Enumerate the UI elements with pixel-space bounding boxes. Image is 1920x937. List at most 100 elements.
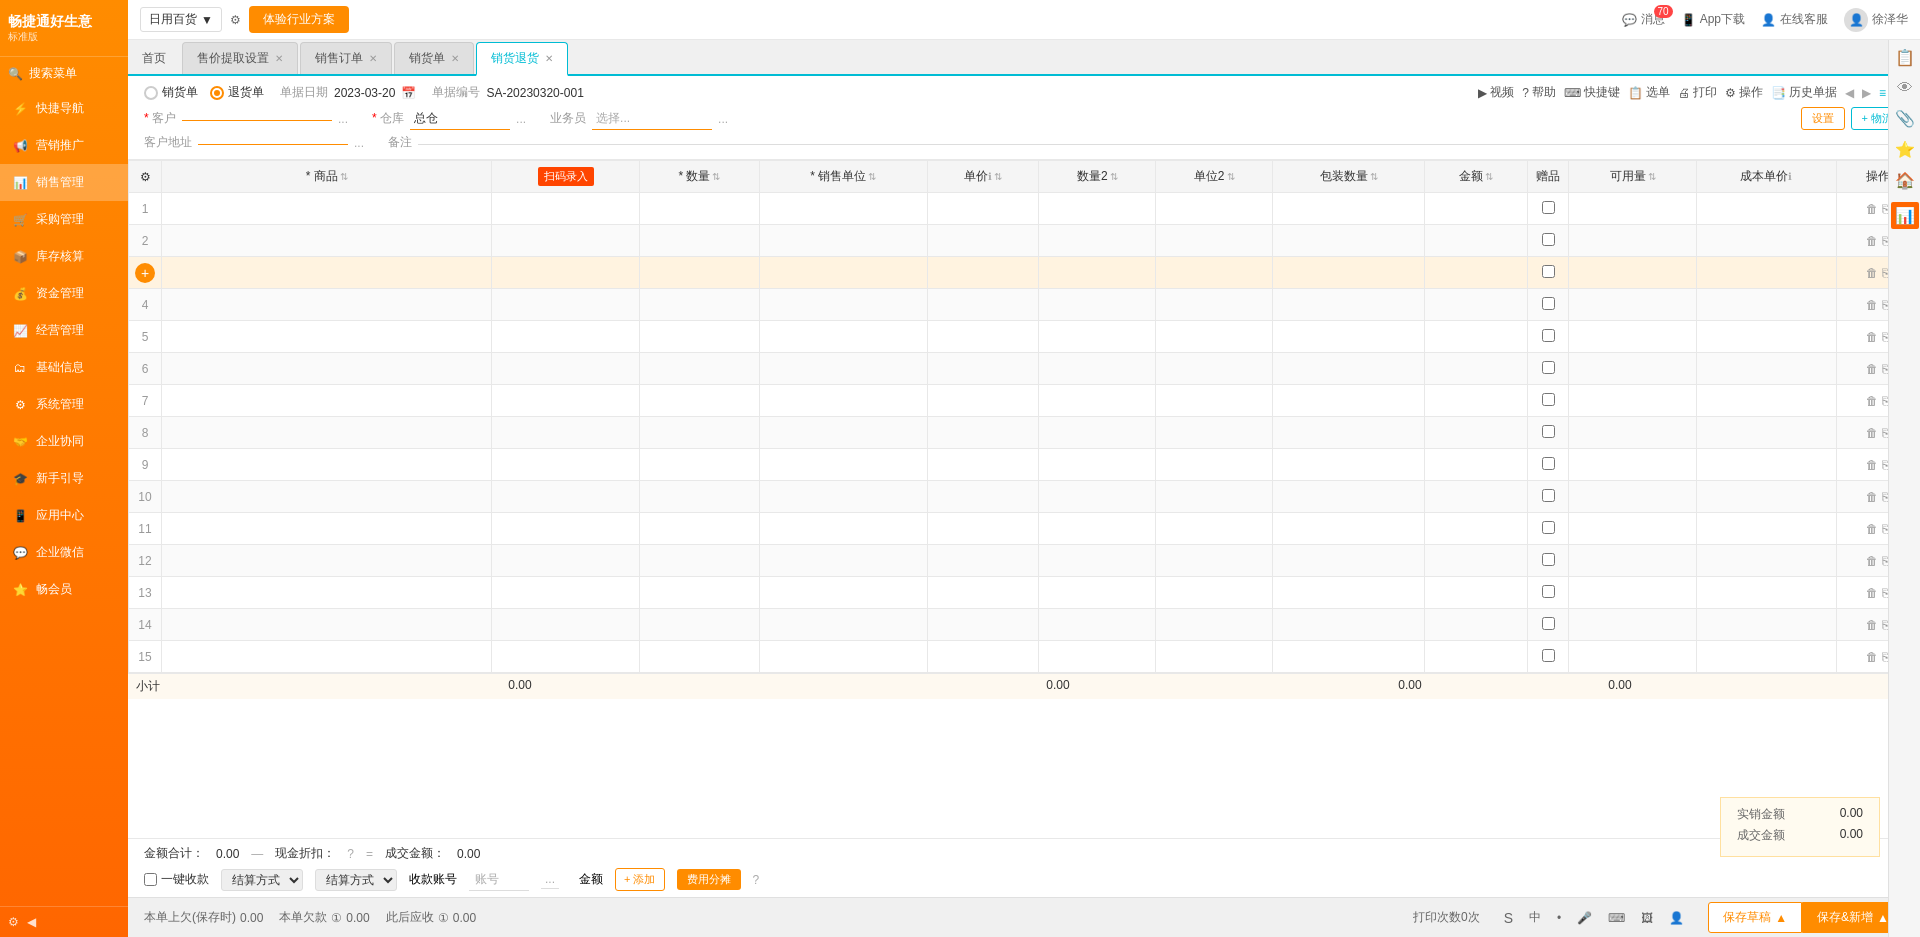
row-8-delete-icon[interactable]: 🗑 xyxy=(1866,426,1878,440)
user-profile[interactable]: 👤 徐泽华 xyxy=(1844,8,1908,32)
sidebar-item-basic[interactable]: 🗂 基础信息 xyxy=(0,349,128,386)
col-qty-sort[interactable]: ⇅ xyxy=(712,171,720,182)
active-qty2[interactable] xyxy=(1039,257,1156,289)
toolbar-icon-2[interactable]: 中 xyxy=(1529,909,1541,926)
sidebar-item-wechat[interactable]: 💬 企业微信 xyxy=(0,534,128,571)
action-operate[interactable]: ⚙ 操作 xyxy=(1725,84,1763,101)
row-2-pack-qty[interactable] xyxy=(1273,225,1425,257)
trial-button[interactable]: 体验行业方案 xyxy=(249,6,349,33)
right-panel-icon-4[interactable]: ⭐ xyxy=(1895,140,1915,159)
right-panel-icon-1[interactable]: 📋 xyxy=(1895,48,1915,67)
tab-sales-close[interactable]: ✕ xyxy=(451,53,459,64)
row-6-delete-icon[interactable]: 🗑 xyxy=(1866,362,1878,376)
tab-return[interactable]: 销货退货 ✕ xyxy=(476,42,568,76)
account-select[interactable]: 账号 xyxy=(469,869,529,891)
toolbar-icon-6[interactable]: 🖼 xyxy=(1641,911,1653,925)
address-more-btn[interactable]: ... xyxy=(354,136,364,150)
row-2-unit2[interactable] xyxy=(1156,225,1273,257)
sidebar-item-operation[interactable]: 📈 经营管理 xyxy=(0,312,128,349)
account-dots-btn[interactable]: ... xyxy=(541,870,559,889)
row-14-gift-checkbox[interactable] xyxy=(1542,617,1555,630)
sidebar-item-newbie[interactable]: 🎓 新手引导 xyxy=(0,460,128,497)
action-history[interactable]: 📑 历史单据 xyxy=(1771,84,1837,101)
prev-icon[interactable]: ◀ xyxy=(1845,86,1854,100)
salesperson-input[interactable]: 选择... xyxy=(592,108,712,130)
col-product-sort[interactable]: ⇅ xyxy=(340,171,348,182)
add-button[interactable]: + 添加 xyxy=(615,868,664,891)
active-product-input[interactable] xyxy=(168,266,485,280)
fee-split-button[interactable]: 费用分摊 xyxy=(677,869,741,890)
row-2-delete-icon[interactable]: 🗑 xyxy=(1866,234,1878,248)
row-11-delete-icon[interactable]: 🗑 xyxy=(1866,522,1878,536)
next-icon[interactable]: ▶ xyxy=(1862,86,1871,100)
col-pack-qty-sort[interactable]: ⇅ xyxy=(1370,171,1378,182)
sidebar-item-appcenter[interactable]: 📱 应用中心 xyxy=(0,497,128,534)
right-panel-icon-2[interactable]: 👁 xyxy=(1897,79,1913,97)
action-shortcut[interactable]: ⌨ 快捷键 xyxy=(1564,84,1620,101)
row-2-qty[interactable] xyxy=(640,225,760,257)
calc-method-select[interactable]: 结算方式 xyxy=(315,869,397,891)
active-pack-qty[interactable] xyxy=(1273,257,1425,289)
radio-sales[interactable]: 销货单 xyxy=(144,84,198,101)
right-panel-icon-5[interactable]: 🏠 xyxy=(1895,171,1915,190)
sidebar-item-marketing[interactable]: 📢 营销推广 xyxy=(0,127,128,164)
customer-input[interactable] xyxy=(182,116,332,121)
tab-sales-order[interactable]: 销售订单 ✕ xyxy=(300,42,392,74)
col-unit2-sort[interactable]: ⇅ xyxy=(1227,171,1235,182)
industry-select[interactable]: 日用百货 ▼ xyxy=(140,7,222,32)
row-1-unit2[interactable] xyxy=(1156,193,1273,225)
row-1-qty[interactable] xyxy=(640,193,760,225)
right-panel-icon-3[interactable]: 📎 xyxy=(1895,109,1915,128)
col-available-sort[interactable]: ⇅ xyxy=(1648,171,1656,182)
row-7-gift-checkbox[interactable] xyxy=(1542,393,1555,406)
sidebar-item-sales[interactable]: 📊 销售管理 xyxy=(0,164,128,201)
action-help[interactable]: ? 帮助 xyxy=(1522,84,1556,101)
row-10-delete-icon[interactable]: 🗑 xyxy=(1866,490,1878,504)
action-select[interactable]: 📋 选单 xyxy=(1628,84,1670,101)
row-1-amount[interactable] xyxy=(1425,193,1528,225)
fee-question-icon[interactable]: ? xyxy=(753,873,760,887)
row-11-gift-checkbox[interactable] xyxy=(1542,521,1555,534)
discount-help-icon[interactable]: ? xyxy=(347,847,354,861)
col-unit-price-sort[interactable]: ⇅ xyxy=(994,171,1002,182)
list-view-icon[interactable]: ≡ xyxy=(1879,86,1886,100)
calendar-icon[interactable]: 📅 xyxy=(401,86,416,100)
scan-btn[interactable]: 扫码录入 xyxy=(538,167,594,186)
message-button[interactable]: 💬 消息 70 xyxy=(1622,11,1665,28)
tab-sales[interactable]: 销货单 ✕ xyxy=(394,42,474,74)
row-8-gift-checkbox[interactable] xyxy=(1542,425,1555,438)
row-1-unit-price[interactable] xyxy=(927,193,1038,225)
sidebar-item-inventory[interactable]: 📦 库存核算 xyxy=(0,238,128,275)
row-13-delete-icon[interactable]: 🗑 xyxy=(1866,586,1878,600)
radio-return[interactable]: 退货单 xyxy=(210,84,264,101)
right-panel-icon-6[interactable]: 📊 xyxy=(1891,202,1919,229)
settlement-method-select[interactable]: 结算方式 xyxy=(221,869,303,891)
row-4-delete-icon[interactable]: 🗑 xyxy=(1866,298,1878,312)
col-amount-sort[interactable]: ⇅ xyxy=(1485,171,1493,182)
customer-more-btn[interactable]: ... xyxy=(338,112,348,126)
row-5-gift-checkbox[interactable] xyxy=(1542,329,1555,342)
add-row-button[interactable]: + xyxy=(135,263,155,283)
active-unit2[interactable] xyxy=(1156,257,1273,289)
row-2-gift-checkbox[interactable] xyxy=(1542,233,1555,246)
active-amount[interactable] xyxy=(1425,257,1528,289)
tab-sales-order-close[interactable]: ✕ xyxy=(369,53,377,64)
sidebar-item-finance[interactable]: 💰 资金管理 xyxy=(0,275,128,312)
tab-return-close[interactable]: ✕ xyxy=(545,53,553,64)
row-9-gift-checkbox[interactable] xyxy=(1542,457,1555,470)
tab-price-close[interactable]: ✕ xyxy=(275,53,283,64)
row-15-gift-checkbox[interactable] xyxy=(1542,649,1555,662)
row-1-pack-qty[interactable] xyxy=(1273,193,1425,225)
settings-button[interactable]: 设置 xyxy=(1801,107,1845,130)
salesperson-more-btn[interactable]: ... xyxy=(718,112,728,126)
row-13-gift-checkbox[interactable] xyxy=(1542,585,1555,598)
action-video[interactable]: ▶ 视频 xyxy=(1478,84,1514,101)
row-12-delete-icon[interactable]: 🗑 xyxy=(1866,554,1878,568)
tab-home[interactable]: 首页 xyxy=(128,43,180,74)
app-download-button[interactable]: 📱 App下载 xyxy=(1681,11,1745,28)
toolbar-icon-4[interactable]: 🎤 xyxy=(1577,911,1592,925)
sidebar-item-system[interactable]: ⚙ 系统管理 xyxy=(0,386,128,423)
one-click-collect-input[interactable] xyxy=(144,873,157,886)
row-12-gift-checkbox[interactable] xyxy=(1542,553,1555,566)
row-1-qty2[interactable] xyxy=(1039,193,1156,225)
